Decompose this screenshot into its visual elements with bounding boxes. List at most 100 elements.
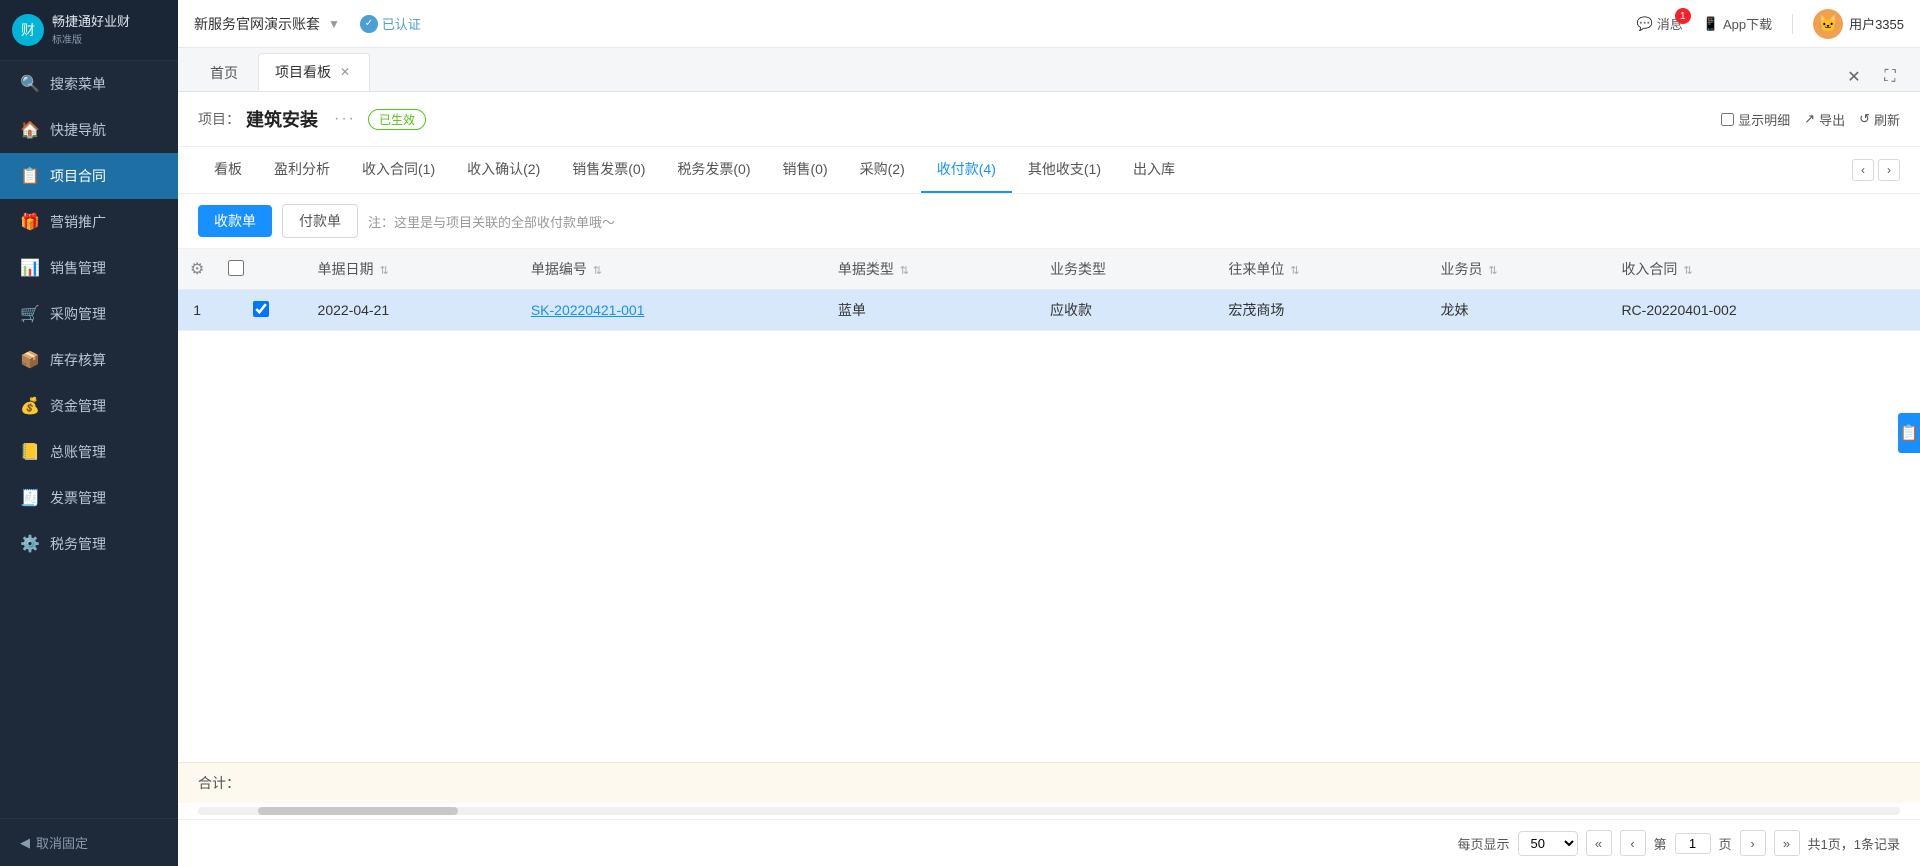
subnav-tab-inout[interactable]: 出入库 <box>1117 147 1191 193</box>
subnav-next-button[interactable]: › <box>1878 159 1900 181</box>
sidebar-item-label: 库存核算 <box>50 350 106 370</box>
tab-close-icon[interactable]: ✕ <box>337 64 353 80</box>
biz-type-col-label: 业务类型 <box>1050 261 1106 277</box>
sidebar-item-marketing[interactable]: 🎁 营销推广 <box>0 199 178 245</box>
show-detail-toggle[interactable]: 显示明细 <box>1721 110 1790 129</box>
ledger-icon: 📒 <box>20 442 40 462</box>
per-page-select[interactable]: 50 20 100 <box>1518 831 1578 856</box>
message-button[interactable]: 💬 消息 1 <box>1637 14 1683 33</box>
window-controls: ✕ ⛶ <box>1840 63 1904 91</box>
subnav-tab-other-expense[interactable]: 其他收支(1) <box>1012 147 1117 193</box>
maximize-window-button[interactable]: ⛶ <box>1876 63 1904 91</box>
sidebar-item-quick-nav[interactable]: 🏠 快捷导航 <box>0 107 178 153</box>
salesperson-sort-icon[interactable]: ⇅ <box>1488 265 1497 277</box>
message-badge: 1 <box>1675 8 1691 24</box>
refresh-icon: ↺ <box>1859 111 1870 127</box>
subnav-prev-button[interactable]: ‹ <box>1852 159 1874 181</box>
sidebar-item-inventory[interactable]: 📦 库存核算 <box>0 337 178 383</box>
tab-project-board[interactable]: 项目看板 ✕ <box>258 53 370 91</box>
prev-page-icon: ‹ <box>1630 836 1634 851</box>
sidebar-unpin-button[interactable]: ◀ 取消固定 <box>0 818 178 866</box>
row-select-checkbox[interactable] <box>253 301 269 317</box>
table-footer: 合计： <box>178 762 1920 803</box>
subnav-tab-sales[interactable]: 销售(0) <box>767 147 844 193</box>
subnav-tab-other-expense-label: 其他收支(1) <box>1028 161 1101 177</box>
sidebar-item-sales-mgmt[interactable]: 📊 销售管理 <box>0 245 178 291</box>
prev-page-button[interactable]: ‹ <box>1620 830 1646 856</box>
subnav-tab-profit[interactable]: 盈利分析 <box>258 147 346 193</box>
refresh-button[interactable]: ↺ 刷新 <box>1859 110 1900 129</box>
partner-sort-icon[interactable]: ⇅ <box>1290 265 1299 277</box>
sidebar-item-purchase-mgmt[interactable]: 🛒 采购管理 <box>0 291 178 337</box>
app-download-button[interactable]: 📱 App下载 <box>1703 14 1772 33</box>
income-contract-sort-icon[interactable]: ⇅ <box>1683 265 1692 277</box>
row-checkbox-cell <box>216 290 305 331</box>
type-sort-icon[interactable]: ⇅ <box>900 265 909 277</box>
first-page-icon: « <box>1595 836 1602 851</box>
date-sort-icon[interactable]: ⇅ <box>379 265 388 277</box>
table-header-checkbox <box>216 249 305 290</box>
first-page-button[interactable]: « <box>1586 830 1612 856</box>
receipt-table: ⚙ 单据日期 ⇅ 单据编号 ⇅ <box>178 249 1920 331</box>
row-biz-type: 应收款 <box>1038 290 1216 331</box>
scrollbar-thumb[interactable] <box>258 807 458 815</box>
tab-home[interactable]: 首页 <box>194 55 254 91</box>
invoice-icon: 🧾 <box>20 488 40 508</box>
row-salesperson: 龙妹 <box>1429 290 1610 331</box>
subnav-tab-income-confirm-label: 收入确认(2) <box>467 161 540 177</box>
user-name: 用户3355 <box>1849 14 1904 33</box>
sales-icon: 📊 <box>20 258 40 278</box>
export-button[interactable]: ↗ 导出 <box>1804 110 1845 129</box>
search-icon: 🔍 <box>20 74 40 94</box>
number-sort-icon[interactable]: ⇅ <box>593 265 602 277</box>
close-window-button[interactable]: ✕ <box>1840 63 1868 91</box>
payment-tab-button[interactable]: 付款单 <box>282 204 358 238</box>
horizontal-scrollbar[interactable] <box>198 807 1900 815</box>
column-settings-icon[interactable]: ⚙ <box>190 261 204 278</box>
user-menu[interactable]: 🐱 用户3355 <box>1813 9 1904 39</box>
show-detail-checkbox[interactable] <box>1721 113 1734 126</box>
next-page-icon: › <box>1750 836 1754 851</box>
subnav-tab-kanban[interactable]: 看板 <box>198 147 258 193</box>
subnav-tab-sales-invoice[interactable]: 销售发票(0) <box>556 147 661 193</box>
total-records-label: 共1页，1条记录 <box>1808 834 1900 853</box>
sidebar-item-tax-mgmt[interactable]: ⚙️ 税务管理 <box>0 521 178 567</box>
table-row[interactable]: 1 2022-04-21 SK-20220421-001 蓝单 应收款 宏茂商场… <box>178 290 1920 331</box>
select-all-checkbox[interactable] <box>228 260 244 276</box>
right-panel-toggle[interactable]: 📋 <box>1898 413 1920 453</box>
row-number[interactable]: SK-20220421-001 <box>519 290 826 331</box>
table-header-partner: 往来单位 ⇅ <box>1216 249 1428 290</box>
sidebar-item-ledger-mgmt[interactable]: 📒 总账管理 <box>0 429 178 475</box>
date-col-label: 单据日期 <box>318 261 374 277</box>
sidebar-item-project-contract[interactable]: 📋 项目合同 <box>0 153 178 199</box>
more-options-button[interactable]: ··· <box>334 110 356 128</box>
subnav: 看板 盈利分析 收入合同(1) 收入确认(2) 销售发票(0) 税务发票(0) … <box>178 147 1920 194</box>
certified-badge: ✓ 已认证 <box>360 14 421 33</box>
gift-icon: 🎁 <box>20 212 40 232</box>
subnav-tab-income-contract[interactable]: 收入合同(1) <box>346 147 451 193</box>
sidebar-item-search[interactable]: 🔍 搜索菜单 <box>0 61 178 107</box>
row-number-link[interactable]: SK-20220421-001 <box>531 302 645 318</box>
avatar: 🐱 <box>1813 9 1843 39</box>
mobile-icon: 📱 <box>1703 16 1719 32</box>
subnav-tab-receipt[interactable]: 收付款(4) <box>921 147 1012 193</box>
table-container: ⚙ 单据日期 ⇅ 单据编号 ⇅ <box>178 249 1920 762</box>
subnav-tab-income-confirm[interactable]: 收入确认(2) <box>451 147 556 193</box>
page-number-input[interactable] <box>1675 833 1711 854</box>
table-scrollbar[interactable] <box>178 803 1920 819</box>
last-page-button[interactable]: » <box>1774 830 1800 856</box>
receipt-tab-button[interactable]: 收款单 <box>198 205 272 237</box>
cart-icon: 🛒 <box>20 304 40 324</box>
next-page-button[interactable]: › <box>1740 830 1766 856</box>
subnav-tab-purchase-label: 采购(2) <box>860 161 905 177</box>
table-header-income-contract: 收入合同 ⇅ <box>1609 249 1920 290</box>
export-label: 导出 <box>1819 110 1845 129</box>
sidebar-item-invoice-mgmt[interactable]: 🧾 发票管理 <box>0 475 178 521</box>
workspace-dropdown-icon: ▼ <box>328 17 340 31</box>
row-partner: 宏茂商场 <box>1216 290 1428 331</box>
sidebar-item-fund-mgmt[interactable]: 💰 资金管理 <box>0 383 178 429</box>
row-seq: 1 <box>178 290 216 331</box>
subnav-tab-tax-invoice[interactable]: 税务发票(0) <box>661 147 766 193</box>
workspace-selector[interactable]: 新服务官网演示账套 ▼ <box>194 14 340 34</box>
subnav-tab-purchase[interactable]: 采购(2) <box>844 147 921 193</box>
